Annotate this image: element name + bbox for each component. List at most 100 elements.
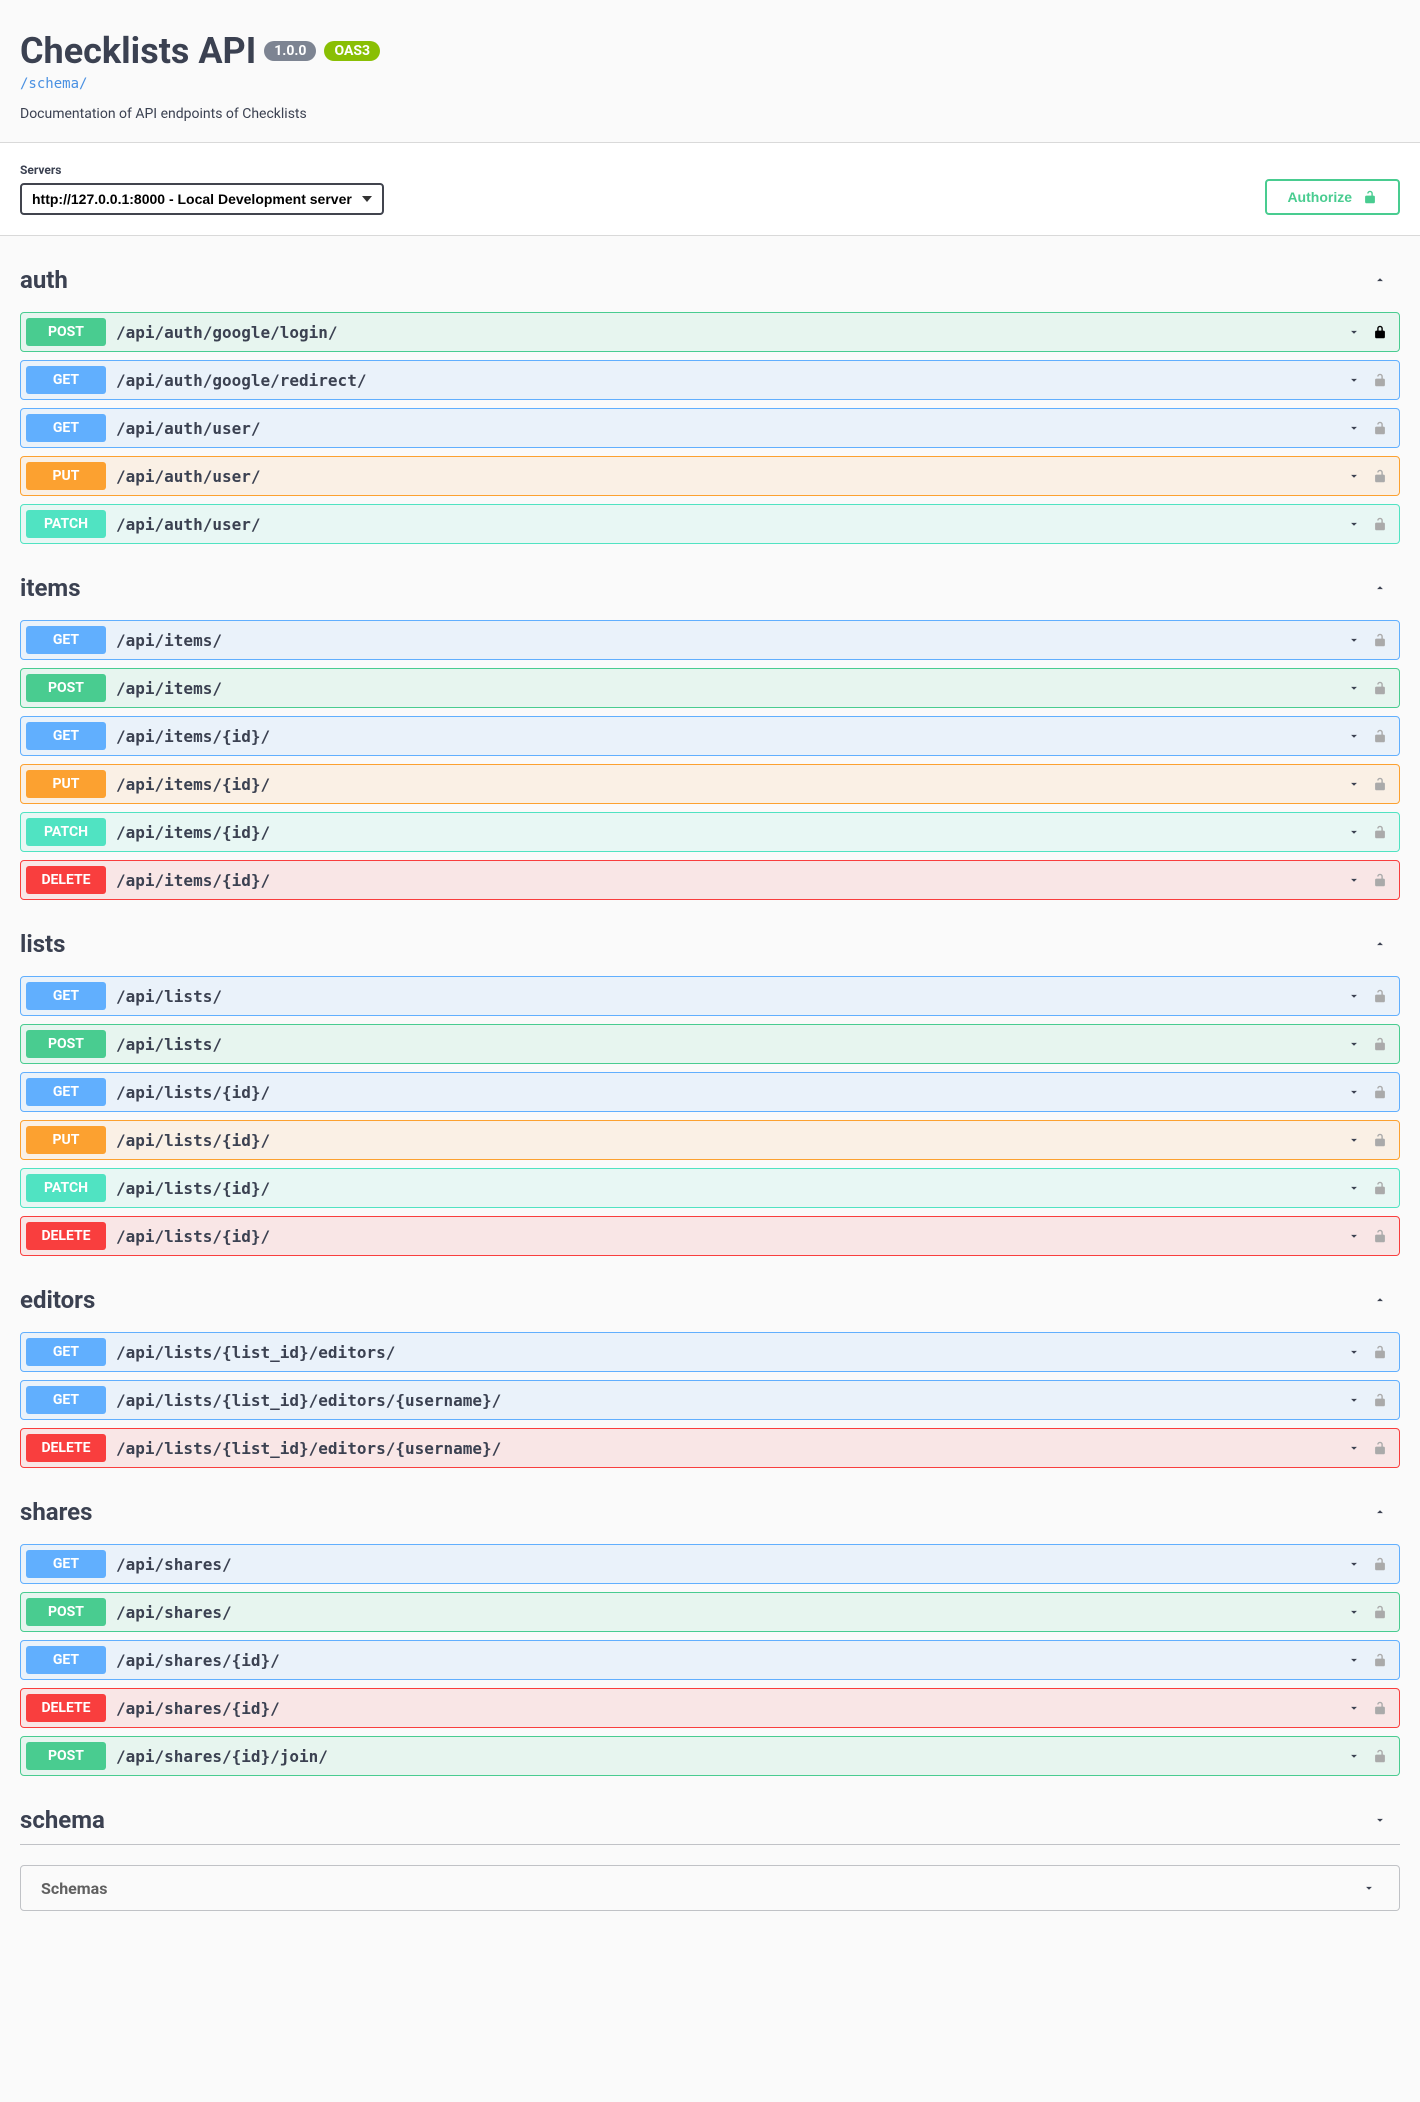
unlock-icon[interactable] [1372,728,1388,744]
operation-row[interactable]: GET /api/items/ [20,620,1400,660]
operation-row[interactable]: POST /api/auth/google/login/ [20,312,1400,352]
servers-label: Servers [20,163,384,177]
servers-control: Servers http://127.0.0.1:8000 - Local De… [20,163,384,215]
method-badge-post: POST [26,1742,106,1770]
operation-row[interactable]: GET /api/auth/google/redirect/ [20,360,1400,400]
operation-row[interactable]: GET /api/shares/{id}/ [20,1640,1400,1680]
unlock-icon[interactable] [1372,468,1388,484]
chevron-down-icon [1344,1178,1364,1198]
server-select[interactable]: http://127.0.0.1:8000 - Local Developmen… [20,183,384,215]
operation-controls [1344,870,1394,890]
method-badge-post: POST [26,318,106,346]
unlock-icon[interactable] [1372,632,1388,648]
unlock-icon[interactable] [1372,1132,1388,1148]
operation-controls [1344,1698,1394,1718]
lock-icon[interactable] [1372,324,1388,340]
operation-row[interactable]: PATCH /api/lists/{id}/ [20,1168,1400,1208]
chevron-down-icon [1344,678,1364,698]
chevron-down-icon [1344,630,1364,650]
operation-row[interactable]: GET /api/shares/ [20,1544,1400,1584]
chevron-down-icon [1344,822,1364,842]
schemas-section: Schemas [20,1865,1400,1911]
unlock-icon[interactable] [1372,420,1388,436]
operation-row[interactable]: POST /api/lists/ [20,1024,1400,1064]
operation-path: /api/auth/google/redirect/ [106,371,1344,390]
method-badge-post: POST [26,674,106,702]
method-badge-get: GET [26,366,106,394]
operation-path: /api/auth/google/login/ [106,323,1344,342]
unlock-icon[interactable] [1372,516,1388,532]
operation-path: /api/items/{id}/ [106,727,1344,746]
unlock-icon[interactable] [1372,1228,1388,1244]
tag-header-shares[interactable]: shares [20,1488,1400,1536]
operation-path: /api/lists/{list_id}/editors/{username}/ [106,1391,1344,1410]
operation-row[interactable]: GET /api/lists/{list_id}/editors/{userna… [20,1380,1400,1420]
chevron-up-icon [1370,1502,1390,1522]
tag-name: lists [20,930,65,958]
unlock-icon[interactable] [1372,680,1388,696]
operation-row[interactable]: POST /api/shares/{id}/join/ [20,1736,1400,1776]
operation-path: /api/lists/ [106,987,1344,1006]
unlock-icon[interactable] [1372,1392,1388,1408]
unlock-icon[interactable] [1372,824,1388,840]
operation-row[interactable]: GET /api/lists/{id}/ [20,1072,1400,1112]
unlock-icon[interactable] [1372,372,1388,388]
operation-row[interactable]: DELETE /api/lists/{id}/ [20,1216,1400,1256]
operation-row[interactable]: GET /api/lists/ [20,976,1400,1016]
method-badge-get: GET [26,1078,106,1106]
unlock-icon[interactable] [1372,1652,1388,1668]
operation-row[interactable]: DELETE /api/items/{id}/ [20,860,1400,900]
operation-path: /api/lists/{id}/ [106,1227,1344,1246]
operation-controls [1344,678,1394,698]
unlock-icon[interactable] [1372,1036,1388,1052]
operation-row[interactable]: POST /api/shares/ [20,1592,1400,1632]
schema-link[interactable]: /schema/ [20,76,1400,92]
unlock-icon[interactable] [1372,1748,1388,1764]
unlock-icon[interactable] [1372,872,1388,888]
operation-row[interactable]: PUT /api/items/{id}/ [20,764,1400,804]
operation-row[interactable]: PATCH /api/auth/user/ [20,504,1400,544]
operation-row[interactable]: PUT /api/auth/user/ [20,456,1400,496]
unlock-icon[interactable] [1372,1604,1388,1620]
schemas-header[interactable]: Schemas [21,1866,1399,1910]
operation-row[interactable]: POST /api/items/ [20,668,1400,708]
unlock-icon[interactable] [1372,1344,1388,1360]
tag-header-schema[interactable]: schema [20,1796,1400,1845]
operation-controls [1344,726,1394,746]
operation-row[interactable]: DELETE /api/shares/{id}/ [20,1688,1400,1728]
tag-name: shares [20,1498,92,1526]
operation-path: /api/auth/user/ [106,467,1344,486]
operation-row[interactable]: GET /api/items/{id}/ [20,716,1400,756]
tag-header-editors[interactable]: editors [20,1276,1400,1324]
operation-controls [1344,822,1394,842]
unlock-icon[interactable] [1372,1180,1388,1196]
unlock-icon[interactable] [1372,1556,1388,1572]
tag-name: auth [20,266,68,294]
page-header: Checklists API 1.0.0 OAS3 /schema/ Docum… [0,0,1420,142]
tag-name: items [20,574,81,602]
unlock-icon[interactable] [1372,776,1388,792]
operation-row[interactable]: DELETE /api/lists/{list_id}/editors/{use… [20,1428,1400,1468]
operation-controls [1344,1034,1394,1054]
authorize-button[interactable]: Authorize [1265,179,1400,215]
chevron-down-icon [1344,1650,1364,1670]
tag-header-lists[interactable]: lists [20,920,1400,968]
operation-row[interactable]: PUT /api/lists/{id}/ [20,1120,1400,1160]
method-badge-patch: PATCH [26,510,106,538]
unlock-icon[interactable] [1372,1084,1388,1100]
page-title: Checklists API [20,30,256,72]
unlock-icon[interactable] [1372,988,1388,1004]
unlock-icon[interactable] [1372,1700,1388,1716]
chevron-down-icon [1344,1226,1364,1246]
operation-path: /api/items/ [106,631,1344,650]
tag-header-items[interactable]: items [20,564,1400,612]
operation-row[interactable]: GET /api/auth/user/ [20,408,1400,448]
method-badge-get: GET [26,722,106,750]
operation-row[interactable]: PATCH /api/items/{id}/ [20,812,1400,852]
version-badge: 1.0.0 [264,41,316,61]
unlock-icon[interactable] [1372,1440,1388,1456]
operation-row[interactable]: GET /api/lists/{list_id}/editors/ [20,1332,1400,1372]
operation-path: /api/items/{id}/ [106,871,1344,890]
operation-controls [1344,1438,1394,1458]
tag-header-auth[interactable]: auth [20,256,1400,304]
